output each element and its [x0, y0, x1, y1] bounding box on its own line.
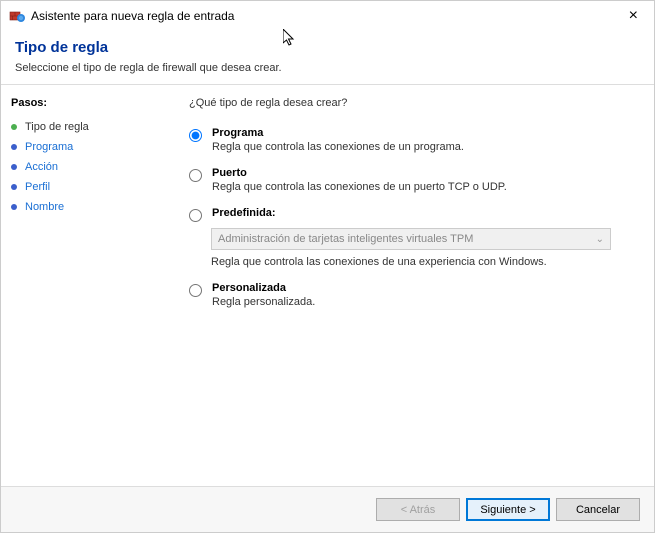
- back-button: < Atrás: [376, 498, 460, 521]
- step-perfil[interactable]: Perfil: [11, 177, 161, 197]
- radio-personalizada[interactable]: [189, 284, 202, 297]
- radio-predefinida[interactable]: [189, 209, 202, 222]
- chevron-down-icon: ⌄: [596, 234, 604, 245]
- firewall-icon: [9, 8, 25, 24]
- option-desc: Regla personalizada.: [212, 296, 636, 308]
- page-subtitle: Seleccione el tipo de regla de firewall …: [15, 62, 640, 74]
- option-title: Programa: [212, 127, 636, 139]
- page-title: Tipo de regla: [15, 39, 640, 56]
- step-accion[interactable]: Acción: [11, 157, 161, 177]
- question-text: ¿Qué tipo de regla desea crear?: [189, 97, 636, 109]
- step-nombre[interactable]: Nombre: [11, 197, 161, 217]
- step-programa[interactable]: Programa: [11, 137, 161, 157]
- steps-sidebar: Pasos: Tipo de regla Programa Acción Per…: [1, 85, 171, 484]
- option-personalizada[interactable]: Personalizada Regla personalizada.: [189, 282, 636, 308]
- main-panel: ¿Qué tipo de regla desea crear? Programa…: [171, 85, 654, 484]
- option-title: Puerto: [212, 167, 636, 179]
- option-title: Personalizada: [212, 282, 636, 294]
- option-programa[interactable]: Programa Regla que controla las conexion…: [189, 127, 636, 153]
- predef-desc: Regla que controla las conexiones de una…: [211, 256, 636, 268]
- option-desc: Regla que controla las conexiones de un …: [212, 181, 636, 193]
- option-title: Predefinida:: [212, 207, 636, 219]
- next-button[interactable]: Siguiente >: [466, 498, 550, 521]
- window-title: Asistente para nueva regla de entrada: [31, 9, 234, 23]
- cancel-button[interactable]: Cancelar: [556, 498, 640, 521]
- predef-select-wrap: Administración de tarjetas inteligentes …: [211, 228, 611, 250]
- close-button[interactable]: ×: [621, 7, 646, 25]
- radio-puerto[interactable]: [189, 169, 202, 182]
- titlebar: Asistente para nueva regla de entrada ×: [1, 1, 654, 31]
- radio-programa[interactable]: [189, 129, 202, 142]
- option-predefinida[interactable]: Predefinida:: [189, 207, 636, 222]
- predef-value: Administración de tarjetas inteligentes …: [218, 233, 473, 245]
- footer: < Atrás Siguiente > Cancelar: [1, 486, 654, 532]
- option-desc: Regla que controla las conexiones de un …: [212, 141, 636, 153]
- header: Tipo de regla Seleccione el tipo de regl…: [1, 31, 654, 84]
- step-tipo-de-regla[interactable]: Tipo de regla: [11, 117, 161, 137]
- steps-heading: Pasos:: [11, 97, 161, 109]
- predef-dropdown: Administración de tarjetas inteligentes …: [211, 228, 611, 250]
- option-puerto[interactable]: Puerto Regla que controla las conexiones…: [189, 167, 636, 193]
